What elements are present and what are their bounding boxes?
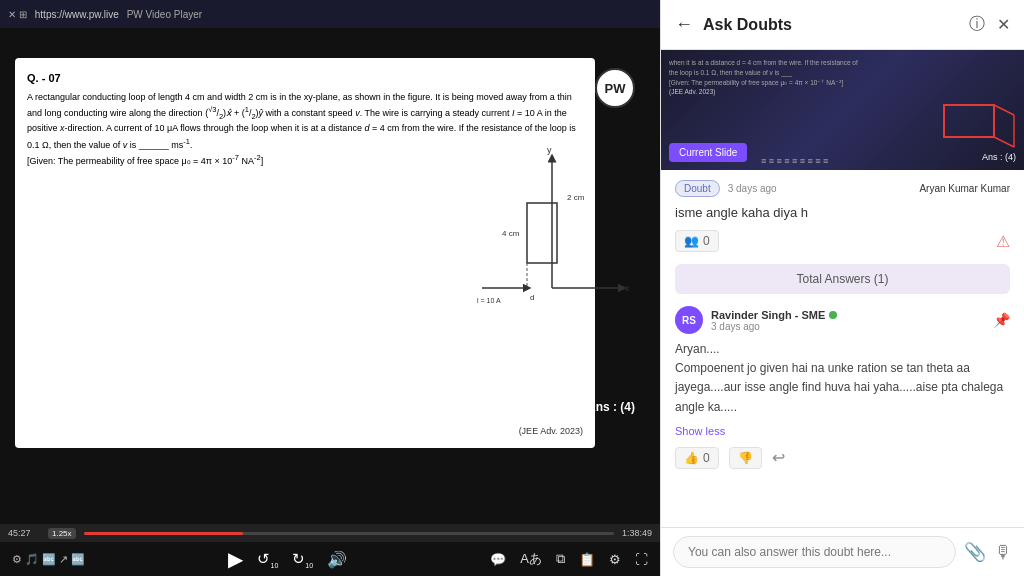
chat-button[interactable]: 💬: [490, 552, 506, 567]
control-icons-row: ⚙ 🎵 🔤 ↗ 🔤 ▶ ↺10 ↻10 🔊 💬 Aあ ⧉ 📋 ⚙ ⛶: [0, 542, 660, 576]
doubt-meta-row: Doubt 3 days ago Aryan Kumar Kumar: [675, 180, 1010, 197]
time-total: 1:38:49: [622, 528, 652, 538]
doubt-warn-icon[interactable]: ⚠: [996, 232, 1010, 251]
forward-button[interactable]: ↻10: [292, 550, 313, 569]
translate-button[interactable]: Aあ: [520, 550, 542, 568]
answer-avatar: RS: [675, 306, 703, 334]
verified-icon: [829, 311, 837, 319]
pw-logo: PW: [595, 68, 635, 108]
current-slide-button[interactable]: Current Slide: [669, 143, 747, 162]
mic-icon[interactable]: 🎙: [994, 542, 1012, 563]
answer-author-left: RS Ravinder Singh - SME 3 days ago: [675, 306, 837, 334]
svg-text:2 cm: 2 cm: [567, 193, 585, 202]
browser-icon: ✕ ⊞: [8, 9, 27, 20]
doubt-like-button[interactable]: 👥 0: [675, 230, 719, 252]
thumb-ans-badge: Ans : (4): [982, 152, 1016, 162]
doubt-thumbnail: when it is at a distance d = 4 cm from t…: [661, 50, 1024, 170]
doubt-tag: Doubt: [675, 180, 720, 197]
doubt-like-count: 0: [703, 234, 710, 248]
toolbar-icons-left: ⚙ 🎵 🔤 ↗ 🔤: [12, 553, 85, 566]
thumbs-up-icon: 👍: [684, 451, 699, 465]
doubts-panel: ← Ask Doubts ⓘ ✕ when it is at a distanc…: [660, 0, 1024, 576]
attach-icon[interactable]: 📎: [964, 541, 986, 563]
svg-line-12: [994, 105, 1014, 115]
doubt-input-area: 📎 🎙: [661, 527, 1024, 576]
thumbs-down-icon: 👎: [738, 451, 753, 465]
thumb-toolbar: ≡ ≡ ≡ ≡ ≡ ≡ ≡ ≡ ≡: [761, 156, 828, 166]
reply-button[interactable]: ↩: [772, 448, 785, 467]
answer-author-info: Ravinder Singh - SME 3 days ago: [711, 309, 837, 332]
pip-button[interactable]: ⧉: [556, 551, 565, 567]
svg-text:d: d: [530, 293, 534, 302]
progress-area: 45:27 1.25x 1:38:49: [0, 524, 660, 542]
people-icon: 👥: [684, 234, 699, 248]
rewind-button[interactable]: ↺10: [257, 550, 278, 569]
notes-button[interactable]: 📋: [579, 552, 595, 567]
red-shape-overlay: [939, 100, 1009, 150]
pin-icon: 📌: [993, 312, 1010, 328]
diagram-area: x y 2 cm 4 cm d l = 10 A: [472, 128, 632, 328]
doubts-header: ← Ask Doubts ⓘ ✕: [661, 0, 1024, 50]
video-content: Q. - 07 A rectangular conducting loop of…: [0, 28, 660, 524]
svg-line-13: [994, 137, 1014, 147]
doubt-actions: 👥 0 ⚠: [675, 230, 1010, 252]
progress-track[interactable]: [84, 532, 614, 535]
svg-text:y: y: [547, 145, 552, 155]
svg-text:x: x: [625, 283, 630, 293]
svg-text:l = 10 A: l = 10 A: [477, 297, 501, 304]
svg-rect-11: [944, 105, 994, 137]
doubts-header-right: ⓘ ✕: [969, 14, 1010, 35]
total-answers-bar: Total Answers (1): [675, 264, 1010, 294]
doubt-author: Aryan Kumar Kumar: [919, 183, 1010, 194]
show-less-link[interactable]: Show less: [675, 425, 1010, 437]
ans-badge: Ans : (4): [587, 400, 635, 414]
browser-url: https://www.pw.live: [35, 9, 119, 20]
browser-title: PW Video Player: [127, 9, 202, 20]
doubts-title: Ask Doubts: [703, 16, 792, 34]
close-icon[interactable]: ✕: [997, 15, 1010, 34]
doubt-content: Doubt 3 days ago Aryan Kumar Kumar isme …: [661, 170, 1024, 527]
time-elapsed: 45:27: [8, 528, 40, 538]
answer-author-row: RS Ravinder Singh - SME 3 days ago 📌: [675, 306, 1010, 334]
doubt-meta-left: Doubt 3 days ago: [675, 180, 777, 197]
back-icon[interactable]: ←: [675, 14, 693, 35]
doubt-input[interactable]: [673, 536, 956, 568]
fullscreen-button[interactable]: ⛶: [635, 552, 648, 567]
doubt-time: 3 days ago: [728, 183, 777, 194]
progress-fill: [84, 532, 243, 535]
info-icon[interactable]: ⓘ: [969, 14, 985, 35]
doubts-header-left: ← Ask Doubts: [675, 14, 792, 35]
upvote-count: 0: [703, 451, 710, 465]
video-frame: Q. - 07 A rectangular conducting loop of…: [0, 28, 660, 524]
answer-time: 3 days ago: [711, 321, 837, 332]
settings-button[interactable]: ⚙: [609, 552, 621, 567]
question-number: Q. - 07: [27, 70, 583, 87]
answer-vote-row: 👍 0 👎 ↩: [675, 447, 1010, 469]
downvote-button[interactable]: 👎: [729, 447, 762, 469]
answer-author-name: Ravinder Singh - SME: [711, 309, 837, 321]
answer-section: RS Ravinder Singh - SME 3 days ago 📌 Ary…: [675, 306, 1010, 469]
volume-button[interactable]: 🔊: [327, 550, 347, 569]
svg-text:4 cm: 4 cm: [502, 229, 520, 238]
upvote-button[interactable]: 👍 0: [675, 447, 719, 469]
answer-text: Aryan.... Compoenent jo given hai na unk…: [675, 340, 1010, 417]
controls-bar: 45:27 1.25x 1:38:49 ⚙ 🎵 🔤 ↗ 🔤 ▶ ↺10 ↻10 …: [0, 524, 660, 576]
thumb-question-text: when it is at a distance d = 4 cm from t…: [669, 58, 859, 97]
doubt-question-text: isme angle kaha diya h: [675, 205, 1010, 220]
play-button[interactable]: ▶: [228, 547, 243, 571]
question-source: (JEE Adv. 2023): [519, 425, 583, 439]
browser-top-bar: ✕ ⊞ https://www.pw.live PW Video Player: [0, 0, 660, 28]
video-panel: ✕ ⊞ https://www.pw.live PW Video Player …: [0, 0, 660, 576]
playback-speed[interactable]: 1.25x: [48, 528, 76, 539]
